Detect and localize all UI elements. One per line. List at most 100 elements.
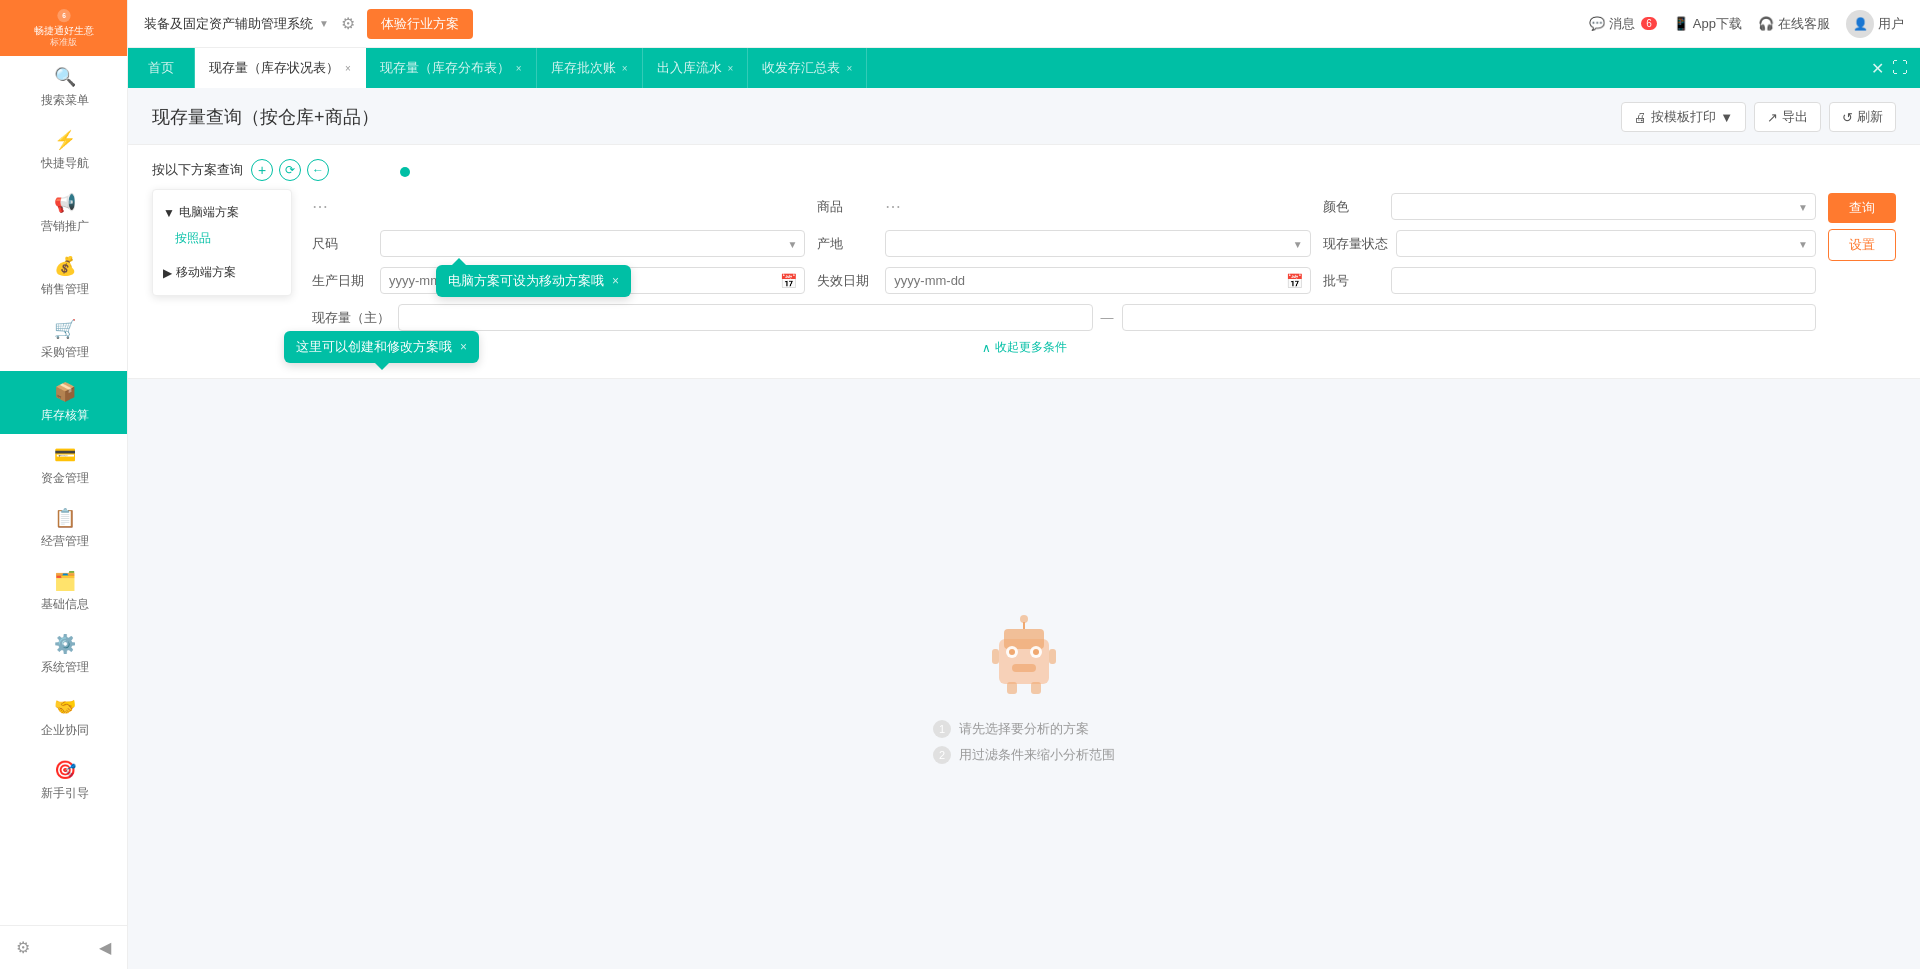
tab-inout-flow[interactable]: 出入库流水 ×	[643, 48, 749, 88]
svg-rect-11	[992, 649, 999, 664]
message-badge: 6	[1641, 17, 1657, 30]
sidebar-item-inventory[interactable]: 📦 库存核算	[0, 371, 127, 434]
sidebar-item-quick-nav[interactable]: ⚡ 快捷导航	[0, 119, 127, 182]
expire-date-input[interactable]	[885, 267, 1310, 294]
tab-inventory-dist[interactable]: 现存量（库存分布表） ×	[366, 48, 537, 88]
export-button[interactable]: ↗ 导出	[1754, 102, 1821, 132]
close-tab-inventory-batch[interactable]: ×	[622, 63, 628, 74]
filter-field-origin: 产地 ▼	[817, 230, 1310, 257]
produce-date-label: 生产日期	[312, 272, 372, 290]
settings-icon[interactable]: ⚙	[16, 938, 30, 957]
svg-rect-8	[1012, 664, 1036, 672]
filter-field-color: 颜色 ▼	[1323, 193, 1816, 220]
print-dropdown-icon: ▼	[1720, 110, 1733, 125]
filter-row-2: 尺码 ▼ 产地	[312, 230, 1816, 257]
svg-rect-3	[1004, 629, 1044, 649]
tab-close-icon[interactable]: ✕	[1871, 59, 1884, 78]
add-scheme-button[interactable]: +	[251, 159, 273, 181]
svg-text:6: 6	[62, 12, 66, 19]
search-button[interactable]: 查询	[1828, 193, 1896, 223]
sidebar: 6 畅捷通好生意 标准版 🔍 搜索菜单 ⚡ 快捷导航 📢 营销推广 💰 销售管理…	[0, 0, 128, 969]
origin-select-wrapper: ▼	[885, 230, 1310, 257]
svg-rect-13	[1007, 682, 1017, 694]
collapse-sidebar-icon[interactable]: ◀	[99, 938, 111, 957]
filter-header: 按以下方案查询 + ⟳ ←	[152, 159, 1896, 181]
sidebar-item-system[interactable]: ⚙️ 系统管理	[0, 623, 127, 686]
tooltip-2-close-icon[interactable]: ×	[460, 340, 467, 354]
size-select[interactable]	[380, 230, 805, 257]
tooltip-bubble-1: 电脑方案可设为移动方案哦 ×	[436, 265, 631, 297]
filter-actions: + ⟳ ←	[251, 159, 329, 181]
stock-qty-max-input[interactable]	[1122, 304, 1817, 331]
close-tab-inventory-dist[interactable]: ×	[516, 63, 522, 74]
sidebar-item-enterprise[interactable]: 🤝 企业协同	[0, 686, 127, 749]
collapse-icon: ∧	[982, 341, 991, 355]
stock-qty-min-input[interactable]	[398, 304, 1093, 331]
user-nav-item[interactable]: 👤 用户	[1846, 10, 1904, 38]
origin-select[interactable]	[885, 230, 1310, 257]
inventory-status-select-wrapper: ▼	[1396, 230, 1816, 257]
sidebar-item-marketing[interactable]: 📢 营销推广	[0, 182, 127, 245]
print-button[interactable]: 🖨 按模板打印 ▼	[1621, 102, 1746, 132]
empty-state: 1 请先选择要分析的方案 2 用过滤条件来缩小分析范围	[128, 379, 1920, 969]
message-icon: 💬	[1589, 16, 1605, 31]
expire-date-label: 失效日期	[817, 272, 877, 290]
sidebar-item-operation[interactable]: 📋 经营管理	[0, 497, 127, 560]
sidebar-bottom: ⚙ ◀	[0, 925, 127, 969]
svg-rect-14	[1031, 682, 1041, 694]
avatar-icon: 👤	[1853, 17, 1868, 31]
produce-date-calendar-icon[interactable]: 📅	[780, 273, 797, 289]
expire-date-calendar-icon[interactable]: 📅	[1286, 273, 1303, 289]
filter-grid: ⋯ 商品 ⋯ 颜色 ▼	[312, 193, 1896, 331]
enterprise-icon: 🤝	[54, 696, 76, 718]
prev-scheme-button[interactable]: ←	[307, 159, 329, 181]
scheme-group-mobile-header[interactable]: ▶ 移动端方案	[153, 260, 291, 285]
tab-inventory-status[interactable]: 现存量（库存状况表） ×	[195, 48, 366, 88]
sidebar-item-guide[interactable]: 🎯 新手引导	[0, 749, 127, 812]
inventory-icon: 📦	[54, 381, 76, 403]
message-nav-item[interactable]: 💬 消息 6	[1589, 15, 1657, 33]
svg-rect-12	[1049, 649, 1056, 664]
tab-receive-summary[interactable]: 收发存汇总表 ×	[748, 48, 867, 88]
sidebar-item-search-menu[interactable]: 🔍 搜索菜单	[0, 56, 127, 119]
sidebar-item-basic[interactable]: 🗂️ 基础信息	[0, 560, 127, 623]
marketing-icon: 📢	[54, 192, 76, 214]
topnav-settings-icon[interactable]: ⚙	[341, 14, 355, 33]
scheme-group-desktop-header[interactable]: ▼ 电脑端方案	[153, 200, 291, 225]
app-download-nav-item[interactable]: 📱 App下载	[1673, 15, 1742, 33]
close-tab-receive-summary[interactable]: ×	[846, 63, 852, 74]
scheme-item-desktop-1[interactable]: 按照品	[153, 225, 291, 252]
tab-inventory-batch[interactable]: 库存批次账 ×	[537, 48, 643, 88]
tab-home[interactable]: 首页	[128, 48, 195, 88]
top-nav-left: 装备及固定资产辅助管理系统 ▼ ⚙ 体验行业方案	[144, 9, 473, 39]
product-label: 商品	[817, 198, 877, 216]
close-tab-inout-flow[interactable]: ×	[728, 63, 734, 74]
filter-area: 按以下方案查询 + ⟳ ← ▼ 电脑端方案 按照品	[128, 144, 1920, 379]
tooltip-1-close-icon[interactable]: ×	[612, 274, 619, 288]
sidebar-item-sales[interactable]: 💰 销售管理	[0, 245, 127, 308]
empty-tip-1-text: 请先选择要分析的方案	[959, 720, 1089, 738]
batch-input[interactable]	[1391, 267, 1816, 294]
expire-date-wrap: 📅	[885, 267, 1310, 294]
svg-point-7	[1033, 649, 1039, 655]
empty-tip-2: 2 用过滤条件来缩小分析范围	[933, 746, 1115, 764]
inventory-status-select[interactable]	[1396, 230, 1816, 257]
industry-button[interactable]: 体验行业方案	[367, 9, 473, 39]
collapse-label: 收起更多条件	[995, 339, 1067, 356]
sidebar-item-purchase[interactable]: 🛒 采购管理	[0, 308, 127, 371]
print-icon: 🖨	[1634, 110, 1647, 125]
empty-tip-1: 1 请先选择要分析的方案	[933, 720, 1115, 738]
scheme-sidebar: ▼ 电脑端方案 按照品 ▶ 移动端方案	[152, 189, 292, 296]
close-tab-inventory-status[interactable]: ×	[345, 63, 351, 74]
refresh-button[interactable]: ↺ 刷新	[1829, 102, 1896, 132]
product-dots-icon[interactable]: ⋯	[885, 197, 901, 216]
sidebar-item-finance[interactable]: 💳 资金管理	[0, 434, 127, 497]
online-service-nav-item[interactable]: 🎧 在线客服	[1758, 15, 1830, 33]
warehouse-dots-icon[interactable]: ⋯	[312, 197, 328, 216]
color-select[interactable]	[1391, 193, 1816, 220]
system-name[interactable]: 装备及固定资产辅助管理系统 ▼	[144, 15, 329, 33]
content-area: 现存量查询（按仓库+商品） 🖨 按模板打印 ▼ ↗ 导出 ↺ 刷新	[128, 88, 1920, 969]
reset-button[interactable]: 设置	[1828, 229, 1896, 261]
edit-scheme-button[interactable]: ⟳	[279, 159, 301, 181]
tab-fullscreen-icon[interactable]: ⛶	[1892, 59, 1908, 77]
